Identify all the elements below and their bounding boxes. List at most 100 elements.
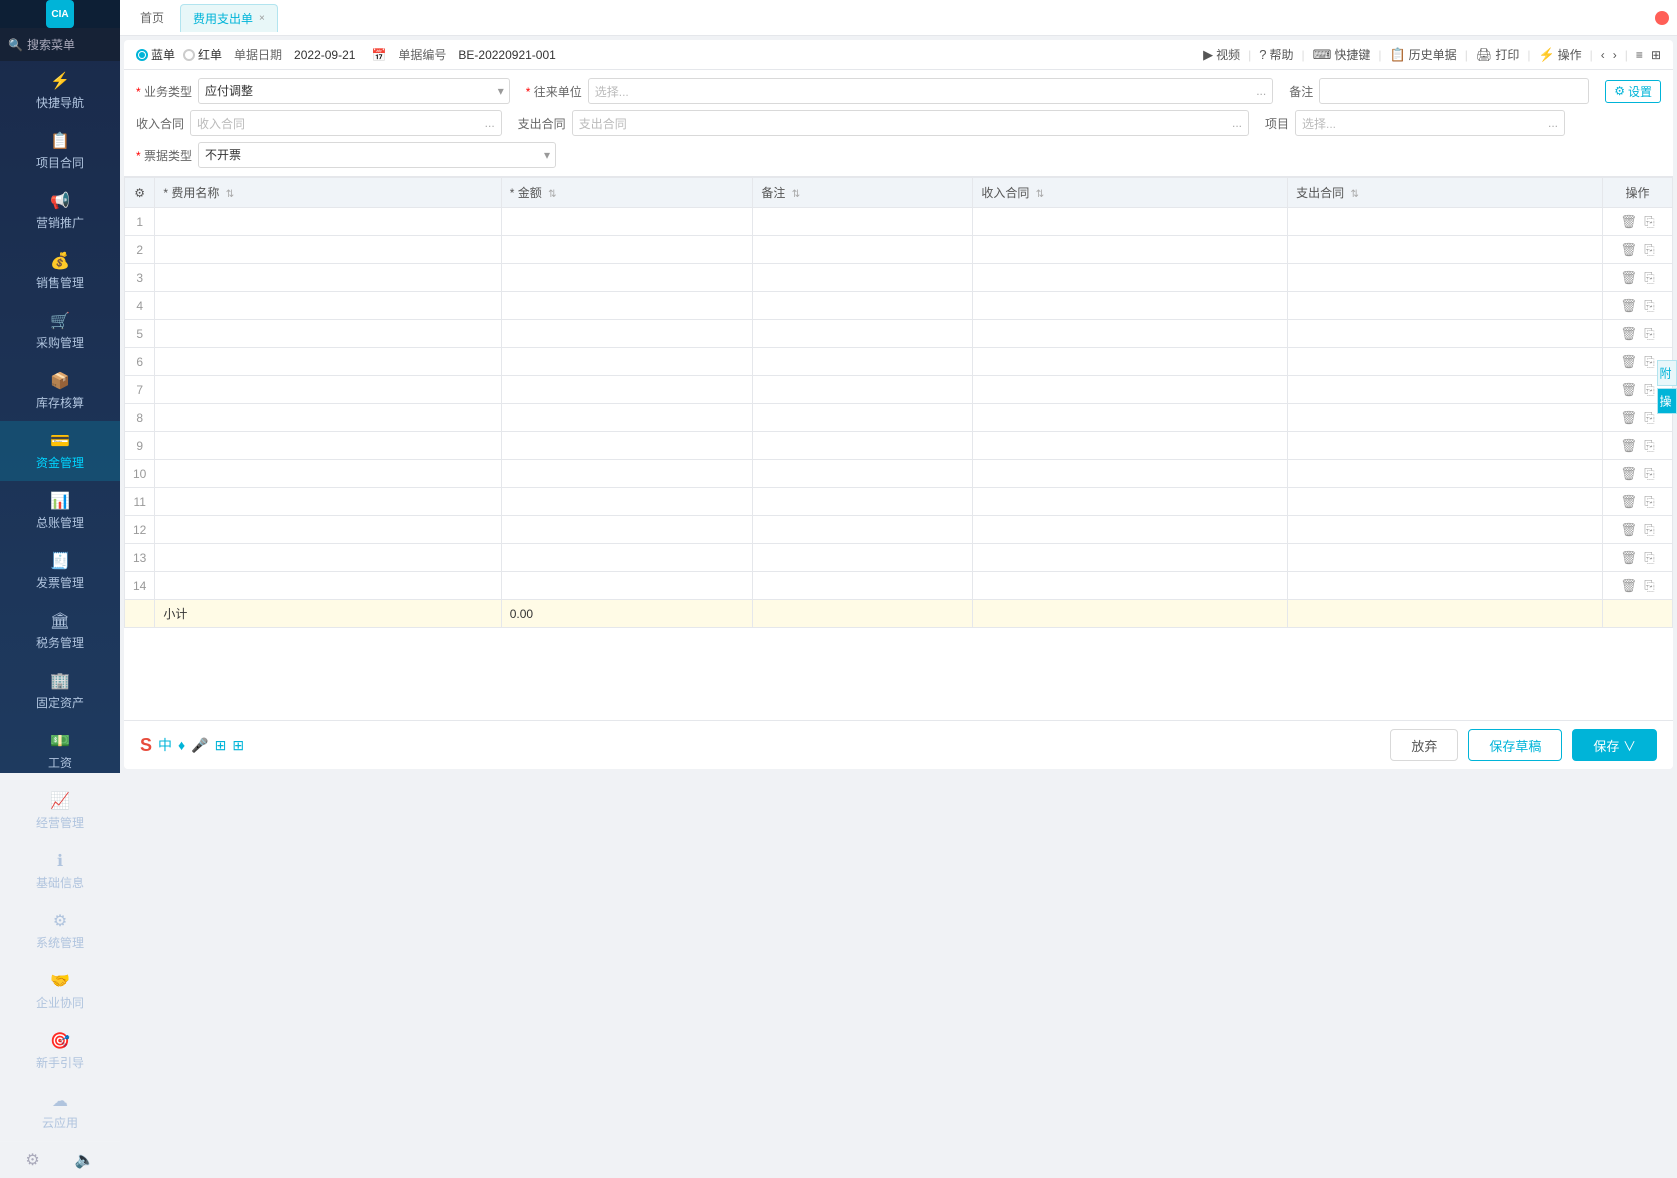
delete-icon[interactable]: 🗑: [1620, 550, 1637, 565]
cell-expense-name[interactable]: [155, 572, 501, 600]
action-view-grid[interactable]: ⊞: [1651, 48, 1661, 62]
cell-expense-name[interactable]: [155, 292, 501, 320]
delete-icon[interactable]: 🗑: [1620, 326, 1637, 341]
brand-grid2-icon[interactable]: ⊞: [232, 737, 244, 754]
project-input[interactable]: 选择... ...: [1295, 110, 1565, 136]
sidebar-item-tax[interactable]: 🏛 税务管理: [0, 601, 120, 661]
sidebar-item-cloud-app[interactable]: ☁ 云应用: [0, 1081, 120, 1141]
sidebar-search[interactable]: 🔍 搜索菜单: [0, 28, 120, 61]
sort-remark-icon[interactable]: ⇅: [792, 189, 800, 200]
cell-income-contract[interactable]: [973, 320, 1288, 348]
copy-icon[interactable]: ⎘: [1644, 242, 1654, 257]
cell-expense-contract[interactable]: [1288, 432, 1603, 460]
sort-expense-contract-icon[interactable]: ⇅: [1351, 189, 1359, 200]
tab-home[interactable]: 首页: [128, 4, 176, 32]
expense-contract-input[interactable]: 支出合同 ...: [572, 110, 1249, 136]
copy-icon[interactable]: ⎘: [1644, 298, 1654, 313]
cell-income-contract[interactable]: [973, 376, 1288, 404]
cell-amount[interactable]: [501, 320, 753, 348]
cell-income-contract[interactable]: [973, 460, 1288, 488]
cell-expense-contract[interactable]: [1288, 208, 1603, 236]
cell-remark[interactable]: [753, 516, 973, 544]
action-nav-next[interactable]: ›: [1613, 48, 1617, 62]
cell-remark[interactable]: [753, 292, 973, 320]
tab-expense-bill[interactable]: 费用支出单 ×: [180, 4, 278, 32]
delete-icon[interactable]: 🗑: [1620, 270, 1637, 285]
cell-amount[interactable]: [501, 236, 753, 264]
cell-remark[interactable]: [753, 460, 973, 488]
sidebar-item-salary[interactable]: 💵 工资: [0, 721, 120, 781]
brand-zhong-icon[interactable]: 中: [158, 735, 172, 755]
copy-icon[interactable]: ⎘: [1644, 578, 1654, 593]
delete-icon[interactable]: 🗑: [1620, 298, 1637, 313]
sidebar-item-system[interactable]: ⚙ 系统管理: [0, 901, 120, 961]
action-shortcut[interactable]: ⌨ 快捷键: [1313, 46, 1371, 63]
copy-icon[interactable]: ⎘: [1644, 354, 1654, 369]
cell-remark[interactable]: [753, 432, 973, 460]
cell-remark[interactable]: [753, 264, 973, 292]
delete-icon[interactable]: 🗑: [1620, 522, 1637, 537]
cell-income-contract[interactable]: [973, 516, 1288, 544]
volume-icon[interactable]: 🔈: [75, 1150, 95, 1170]
sidebar-item-new-guide[interactable]: 🎯 新手引导: [0, 1021, 120, 1081]
sidebar-item-fixed-assets[interactable]: 🏢 固定资产: [0, 661, 120, 721]
partner-input[interactable]: 选择... ...: [588, 78, 1273, 104]
cell-remark[interactable]: [753, 376, 973, 404]
action-video[interactable]: ▶ 视频: [1203, 46, 1240, 63]
cell-expense-contract[interactable]: [1288, 516, 1603, 544]
cell-income-contract[interactable]: [973, 544, 1288, 572]
cell-income-contract[interactable]: [973, 432, 1288, 460]
cell-expense-name[interactable]: [155, 320, 501, 348]
sidebar-item-inventory[interactable]: 📦 库存核算: [0, 361, 120, 421]
sidebar-item-invoice[interactable]: 🧾 发票管理: [0, 541, 120, 601]
tab-close-icon[interactable]: ×: [259, 13, 265, 24]
cell-expense-name[interactable]: [155, 404, 501, 432]
sidebar-item-operation[interactable]: 📈 经营管理: [0, 781, 120, 841]
sidebar-item-sales[interactable]: 💰 销售管理: [0, 241, 120, 301]
invoice-type-select-wrap[interactable]: 不开票 ▾: [198, 142, 556, 168]
invoice-type-select[interactable]: 不开票: [198, 142, 556, 168]
delete-icon[interactable]: 🗑: [1620, 354, 1637, 369]
sidebar-item-marketing[interactable]: 📢 营销推广: [0, 181, 120, 241]
cell-amount[interactable]: [501, 432, 753, 460]
cell-expense-contract[interactable]: [1288, 348, 1603, 376]
settings-icon[interactable]: ⚙: [25, 1150, 39, 1170]
copy-icon[interactable]: ⎘: [1644, 270, 1654, 285]
cell-expense-contract[interactable]: [1288, 236, 1603, 264]
cell-expense-name[interactable]: [155, 208, 501, 236]
cell-expense-name[interactable]: [155, 376, 501, 404]
cell-income-contract[interactable]: [973, 292, 1288, 320]
sort-expense-name-icon[interactable]: ⇅: [226, 189, 234, 200]
cell-amount[interactable]: [501, 208, 753, 236]
cell-expense-name[interactable]: [155, 516, 501, 544]
th-gear[interactable]: ⚙: [125, 178, 155, 208]
cell-remark[interactable]: [753, 544, 973, 572]
cell-remark[interactable]: [753, 404, 973, 432]
copy-icon[interactable]: ⎘: [1644, 382, 1654, 397]
cell-expense-name[interactable]: [155, 544, 501, 572]
sidebar-item-quick-nav[interactable]: ⚡ 快捷导航: [0, 61, 120, 121]
save-button[interactable]: 保存 ∨: [1572, 729, 1657, 761]
cell-income-contract[interactable]: [973, 348, 1288, 376]
copy-icon[interactable]: ⎘: [1644, 214, 1654, 229]
discard-button[interactable]: 放弃: [1390, 729, 1458, 761]
copy-icon[interactable]: ⎘: [1644, 466, 1654, 481]
cell-expense-name[interactable]: [155, 264, 501, 292]
cell-remark[interactable]: [753, 488, 973, 516]
sidebar-item-enterprise[interactable]: 🤝 企业协同: [0, 961, 120, 1021]
copy-icon[interactable]: ⎘: [1644, 326, 1654, 341]
business-type-select[interactable]: 应付调整: [198, 78, 510, 104]
cell-remark[interactable]: [753, 348, 973, 376]
delete-icon[interactable]: 🗑: [1620, 438, 1637, 453]
cell-expense-name[interactable]: [155, 488, 501, 516]
remark-input[interactable]: [1319, 78, 1589, 104]
cell-expense-contract[interactable]: [1288, 320, 1603, 348]
cell-amount[interactable]: [501, 460, 753, 488]
cell-amount[interactable]: [501, 544, 753, 572]
delete-icon[interactable]: 🗑: [1620, 214, 1637, 229]
sort-amount-icon[interactable]: ⇅: [548, 189, 556, 200]
cell-income-contract[interactable]: [973, 264, 1288, 292]
sort-income-contract-icon[interactable]: ⇅: [1036, 189, 1044, 200]
cell-income-contract[interactable]: [973, 488, 1288, 516]
cell-amount[interactable]: [501, 348, 753, 376]
